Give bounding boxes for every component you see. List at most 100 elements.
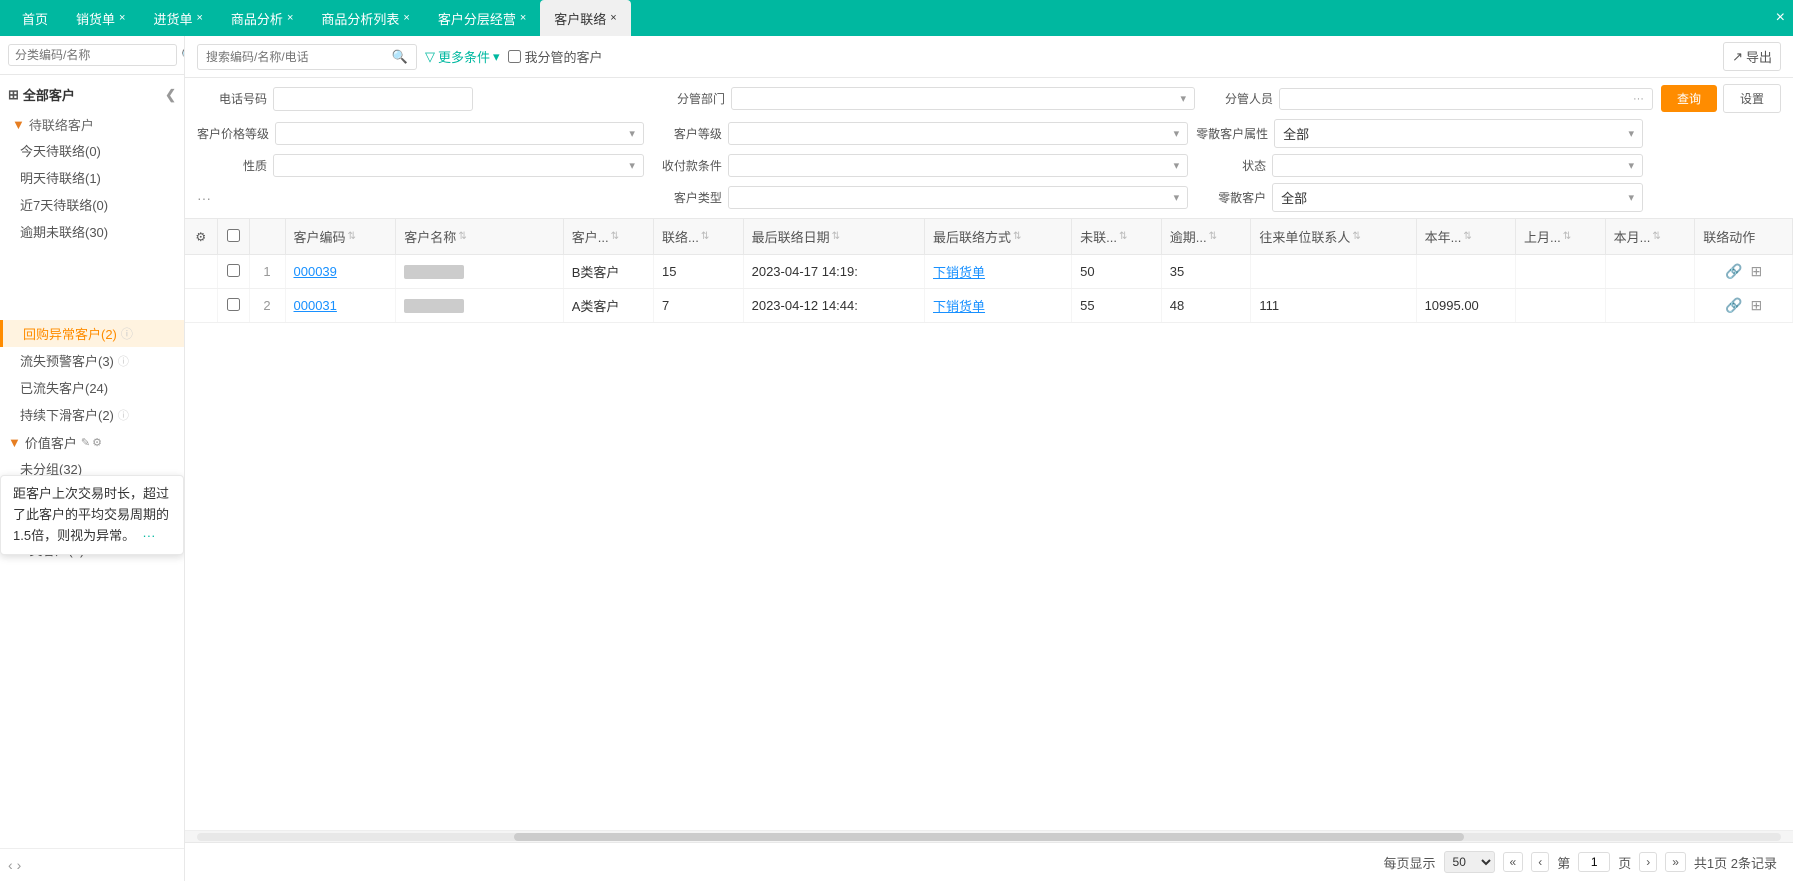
filter-more-dots[interactable]: ··· [197, 190, 211, 206]
th-customer-code[interactable]: 客户编码 ⇅ [285, 219, 396, 255]
division-dept-select[interactable]: ▾ [731, 87, 1195, 110]
grid-icon: ⊞ [8, 87, 19, 103]
nav-customer-segment[interactable]: 客户分层经营 × [424, 0, 540, 36]
value-customer-group-header[interactable]: ▼ 价值客户 ✎ ⚙ [0, 428, 184, 455]
row2-code[interactable]: 000031 [285, 289, 396, 323]
phone-input[interactable] [273, 87, 473, 111]
sidebar-collapse-icon[interactable]: ❮ [165, 87, 176, 103]
row1-overdue: 35 [1161, 255, 1251, 289]
customer-level-select[interactable]: ▾ [728, 122, 1188, 145]
th-unpending[interactable]: 未联... ⇅ [1072, 219, 1162, 255]
nav-product-analysis-list[interactable]: 商品分析列表 × [307, 0, 423, 36]
th-this-month[interactable]: 本月... ⇅ [1605, 219, 1695, 255]
tooltip-more-icon[interactable]: ··· [142, 528, 155, 543]
th-last-month[interactable]: 上月... ⇅ [1515, 219, 1605, 255]
pending-contact-section[interactable]: ▼ 待联络客户 [0, 110, 184, 137]
value-edit-icon[interactable]: ✎ [81, 436, 90, 449]
settings-button[interactable]: 设置 [1723, 84, 1781, 113]
row1-code[interactable]: 000039 [285, 255, 396, 289]
all-customers-header[interactable]: ⊞ 全部客户 ❮ [0, 79, 184, 110]
th-contact-count[interactable]: 联络... ⇅ [653, 219, 743, 255]
select-all-checkbox[interactable] [227, 229, 240, 242]
th-overdue[interactable]: 逾期... ⇅ [1161, 219, 1251, 255]
nav-customer-contact[interactable]: 客户联络 × [540, 0, 630, 36]
th-customer-name[interactable]: 客户名称 ⇅ [396, 219, 563, 255]
retail-customer-select[interactable]: 全部 ▾ [1272, 183, 1643, 212]
prev-page-button[interactable]: ‹ [1531, 852, 1549, 872]
retail-attr-field: 零散客户属性 全部 ▾ [1196, 119, 1643, 148]
sidebar-repurchase-abnormal[interactable]: 回购异常客户(2) ⓘ [0, 320, 184, 347]
th-this-year[interactable]: 本年... ⇅ [1416, 219, 1515, 255]
page-size-select[interactable]: 50 100 200 [1444, 851, 1495, 873]
division-person-select[interactable]: ··· [1279, 88, 1653, 110]
nav-segment-close-icon[interactable]: × [520, 12, 526, 24]
sidebar-7day-pending[interactable]: 近7天待联络(0) [0, 191, 184, 218]
sidebar-next-icon[interactable]: › [17, 857, 22, 873]
th-customer-level[interactable]: 客户... ⇅ [563, 219, 653, 255]
more-filter-button[interactable]: ▽ 更多条件 ▾ [425, 47, 500, 66]
export-button[interactable]: ↗ 导出 [1723, 42, 1781, 71]
sidebar-tomorrow-pending[interactable]: 明天待联络(1) [0, 164, 184, 191]
hscroll-thumb[interactable] [514, 833, 1464, 841]
nav-sales-order[interactable]: 销货单 × [62, 0, 139, 36]
row1-grid-icon[interactable]: ⊞ [1750, 263, 1762, 280]
filter-row-4: ··· 客户类型 ▾ 零散客户 全部 ▾ [197, 183, 1781, 212]
churn-warning-info-icon[interactable]: ⓘ [118, 353, 129, 369]
th-last-contact-date[interactable]: 最后联络日期 ⇅ [743, 219, 924, 255]
sidebar-declining[interactable]: 持续下滑客户(2) ⓘ [0, 401, 184, 428]
nav-home-label: 首页 [22, 9, 48, 28]
value-settings-icon[interactable]: ⚙ [92, 436, 102, 449]
query-button[interactable]: 查询 [1661, 85, 1717, 112]
row1-checkbox[interactable] [227, 264, 240, 277]
right-content: 🔍 ▽ 更多条件 ▾ 我分管的客户 ↗ 导出 电话号码 [185, 36, 1793, 881]
retail-attr-label: 零散客户属性 [1196, 125, 1268, 142]
row2-link-icon[interactable]: 🔗 [1725, 297, 1742, 314]
last-page-button[interactable]: » [1665, 852, 1686, 872]
my-customer-checkbox[interactable] [508, 50, 521, 63]
horizontal-scrollbar[interactable] [185, 830, 1793, 842]
row2-last-contact-method[interactable]: 下销货单 [925, 289, 1072, 323]
row2-grid-icon[interactable]: ⊞ [1750, 297, 1762, 314]
nav-sales-close-icon[interactable]: × [119, 12, 125, 24]
nature-select[interactable]: ▾ [273, 154, 644, 177]
sidebar-overdue-pending[interactable]: 逾期未联络(30) [0, 218, 184, 245]
th-settings[interactable]: ⚙ [185, 219, 217, 255]
row1-link-icon[interactable]: 🔗 [1725, 263, 1742, 280]
sidebar-search-input[interactable] [8, 44, 177, 66]
nav-contact-close-icon[interactable]: × [610, 12, 616, 24]
repurchase-info-icon[interactable]: ⓘ [121, 325, 133, 342]
sidebar-churned[interactable]: 已流失客户(24) [0, 374, 184, 401]
main-search-input[interactable] [206, 50, 388, 64]
sidebar-prev-icon[interactable]: ‹ [8, 857, 13, 873]
nav-product-list-close-icon[interactable]: × [403, 12, 409, 24]
customer-type-select[interactable]: ▾ [728, 186, 1188, 209]
row2-unit-contact: 111 [1251, 289, 1416, 323]
row2-checkbox[interactable] [227, 298, 240, 311]
status-select[interactable]: ▾ [1272, 154, 1643, 177]
nature-chevron-icon: ▾ [629, 159, 635, 172]
declining-info-icon[interactable]: ⓘ [118, 407, 129, 423]
sidebar-churn-warning[interactable]: 流失预警客户(3) ⓘ [0, 347, 184, 374]
my-customer-checkbox-area[interactable]: 我分管的客户 [508, 47, 603, 66]
next-page-button[interactable]: › [1639, 852, 1657, 872]
row2-name[interactable] [396, 289, 563, 323]
th-unit-contact[interactable]: 往来单位联系人 ⇅ [1251, 219, 1416, 255]
row1-last-contact-method[interactable]: 下销货单 [925, 255, 1072, 289]
price-level-select[interactable]: ▾ [275, 122, 644, 145]
sidebar-today-pending[interactable]: 今天待联络(0) [0, 137, 184, 164]
nav-product-analysis-close-icon[interactable]: × [287, 12, 293, 24]
first-page-button[interactable]: « [1503, 852, 1524, 872]
payment-terms-select[interactable]: ▾ [728, 154, 1188, 177]
th-last-contact-method[interactable]: 最后联络方式 ⇅ [925, 219, 1072, 255]
nav-purchase-close-icon[interactable]: × [196, 12, 202, 24]
page-number-input[interactable] [1578, 852, 1610, 872]
nav-product-analysis[interactable]: 商品分析 × [217, 0, 307, 36]
value-customer-label: 价值客户 [25, 433, 77, 452]
retail-attr-select[interactable]: 全部 ▾ [1274, 119, 1643, 148]
nav-home[interactable]: 首页 [8, 0, 62, 36]
main-search-icon[interactable]: 🔍 [392, 49, 408, 65]
nav-purchase-order[interactable]: 进货单 × [139, 0, 216, 36]
filter-bar: 🔍 ▽ 更多条件 ▾ 我分管的客户 ↗ 导出 [185, 36, 1793, 78]
row1-name[interactable] [396, 255, 563, 289]
window-close-button[interactable]: × [1776, 9, 1785, 27]
